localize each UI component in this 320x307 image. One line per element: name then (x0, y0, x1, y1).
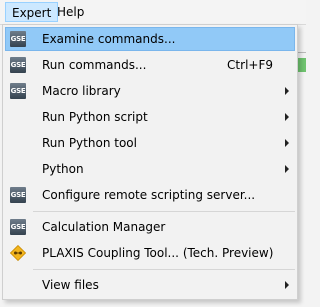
menu-item-label: Calculation Manager (42, 220, 166, 234)
menu-bar: Expert Help (0, 0, 306, 25)
submenu-arrow-icon (285, 281, 289, 289)
menu-item-examine-commands[interactable]: GSE Examine commands... (5, 27, 295, 51)
menu-item-label: View files (42, 278, 99, 292)
menu-item-label: Run Python script (42, 110, 148, 124)
menu-item-run-commands[interactable]: GSE Run commands... Ctrl+F9 (5, 53, 295, 77)
menu-item-run-python-script[interactable]: Run Python script (5, 105, 295, 129)
menu-separator (33, 211, 295, 212)
menu-item-label: Configure remote scripting server... (42, 188, 256, 202)
gse-icon: GSE (10, 187, 26, 203)
submenu-arrow-icon (285, 165, 289, 173)
menu-item-label: Run commands... (42, 58, 147, 72)
gse-icon: GSE (10, 57, 26, 73)
submenu-arrow-icon (285, 87, 289, 95)
expert-dropdown-menu: GSE Examine commands... GSE Run commands… (2, 24, 298, 300)
gse-icon: GSE (10, 83, 26, 99)
menu-separator (33, 269, 295, 270)
menu-item-label: Run Python tool (42, 136, 137, 150)
menu-item-macro-library[interactable]: GSE Macro library (5, 79, 295, 103)
submenu-arrow-icon (285, 113, 289, 121)
menu-item-label: PLAXIS Coupling Tool... (Tech. Preview) (42, 246, 274, 260)
menu-item-plaxis-coupling-tool[interactable]: PLAXIS Coupling Tool... (Tech. Preview) (5, 241, 295, 265)
menu-item-run-python-tool[interactable]: Run Python tool (5, 131, 295, 155)
submenu-arrow-icon (285, 139, 289, 147)
menu-item-calculation-manager[interactable]: GSE Calculation Manager (5, 215, 295, 239)
menu-item-configure-remote-scripting[interactable]: GSE Configure remote scripting server... (5, 183, 295, 207)
menu-item-label: Python (42, 162, 84, 176)
menu-item-view-files[interactable]: View files (5, 273, 295, 297)
gse-icon: GSE (10, 31, 26, 47)
menu-item-label: Macro library (42, 84, 121, 98)
menu-help[interactable]: Help (51, 2, 90, 22)
menu-item-python[interactable]: Python (5, 157, 295, 181)
plaxis-coupling-icon (10, 245, 26, 261)
gse-icon: GSE (10, 219, 26, 235)
menu-item-label: Examine commands... (42, 32, 176, 46)
shortcut-text: Ctrl+F9 (227, 58, 273, 72)
